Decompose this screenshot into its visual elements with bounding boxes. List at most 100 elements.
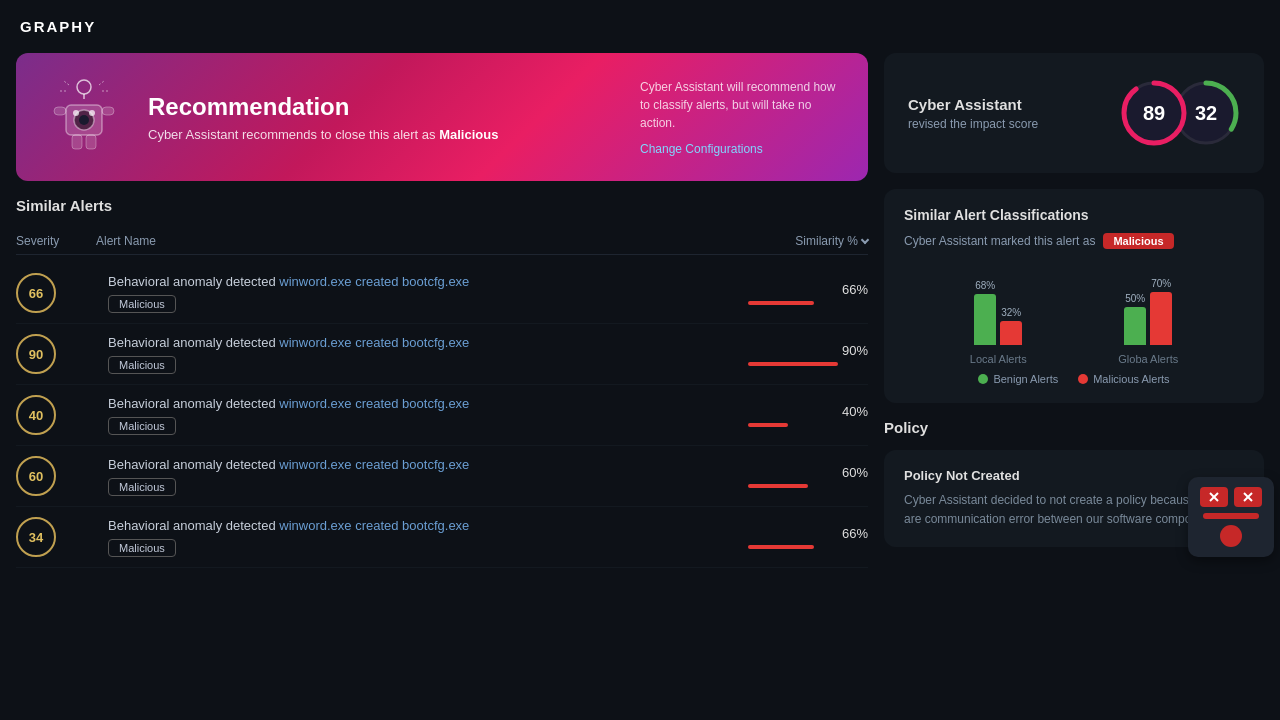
- alert-name-text: Behavioral anomaly detected winword.exe …: [108, 396, 748, 411]
- benign-bar-label: 50%: [1125, 293, 1145, 304]
- alert-name-highlight: winword.exe created bootcfg.exe: [279, 457, 469, 472]
- alert-name-text: Behavioral anomaly detected winword.exe …: [108, 518, 748, 533]
- mini-card-row: [1200, 487, 1262, 507]
- cyber-marked-row: Cyber Assistant marked this alert as Mal…: [904, 233, 1244, 249]
- bar-group: 50% 70% Globa Alerts: [1118, 250, 1178, 365]
- policy-mini-card: [1188, 477, 1274, 557]
- severity-col: 40: [16, 395, 96, 435]
- cyber-marked-text: Cyber Assistant marked this alert as: [904, 234, 1095, 248]
- severity-badge: 34: [16, 517, 56, 557]
- score-text: Cyber Assistant revised the impact score: [908, 96, 1038, 131]
- severity-col: 60: [16, 456, 96, 496]
- alert-name-highlight: winword.exe created bootcfg.exe: [279, 335, 469, 350]
- svg-point-9: [73, 110, 79, 116]
- left-score-value: 89: [1143, 102, 1165, 125]
- similarity-bar: [748, 301, 814, 305]
- score-circles: 89 32: [1120, 79, 1240, 147]
- top-nav: GRAPHY: [0, 0, 1280, 53]
- severity-badge: 90: [16, 334, 56, 374]
- similarity-col: 40%: [748, 404, 868, 427]
- mini-btn-1: [1200, 487, 1228, 507]
- alert-badge: Malicious: [108, 478, 176, 496]
- classifications-card: Similar Alert Classifications Cyber Assi…: [884, 189, 1264, 403]
- chart-legend: Benign Alerts Malicious Alerts: [904, 373, 1244, 385]
- malicious-legend-item: Malicious Alerts: [1078, 373, 1169, 385]
- similarity-pct: 60%: [748, 465, 868, 480]
- left-panel: Recommendation Cyber Assistant recommend…: [16, 53, 868, 568]
- benign-legend-label: Benign Alerts: [993, 373, 1058, 385]
- right-score-value: 32: [1195, 102, 1217, 125]
- alert-name-text: Behavioral anomaly detected winword.exe …: [108, 274, 748, 289]
- right-panel: Cyber Assistant revised the impact score…: [884, 53, 1264, 568]
- table-row: 60 Behavioral anomaly detected winword.e…: [16, 446, 868, 507]
- svg-line-2: [64, 81, 69, 85]
- robot-icon: [44, 77, 124, 157]
- svg-rect-13: [72, 135, 82, 149]
- x-icon-2: [1242, 491, 1254, 503]
- svg-line-3: [99, 81, 104, 85]
- malicious-classification-tag: Malicious: [1103, 233, 1173, 249]
- similarity-bar: [748, 423, 788, 427]
- similarity-sort-icon: [861, 235, 869, 243]
- col-severity-header: Severity: [16, 234, 96, 248]
- change-configurations-link[interactable]: Change Configurations: [640, 142, 763, 156]
- similarity-bar: [748, 545, 814, 549]
- alert-badge: Malicious: [108, 295, 176, 313]
- table-row: 34 Behavioral anomaly detected winword.e…: [16, 507, 868, 568]
- benign-legend-item: Benign Alerts: [978, 373, 1058, 385]
- bars: 50% 70%: [1124, 250, 1172, 345]
- bar-group: 68% 32% Local Alerts: [970, 250, 1027, 365]
- malicious-bar: [1150, 292, 1172, 345]
- alert-name-text: Behavioral anomaly detected winword.exe …: [108, 335, 748, 350]
- malicious-legend-label: Malicious Alerts: [1093, 373, 1169, 385]
- severity-badge: 66: [16, 273, 56, 313]
- malicious-bar: [1000, 321, 1022, 345]
- alerts-table: Severity Alert Name Similarity % 66 Beha…: [16, 228, 868, 568]
- app-logo: GRAPHY: [20, 18, 96, 35]
- col-similarity-header[interactable]: Similarity %: [748, 234, 868, 248]
- malicious-bar-label: 70%: [1151, 278, 1171, 289]
- severity-badge: 40: [16, 395, 56, 435]
- severity-col: 90: [16, 334, 96, 374]
- recommendation-right: Cyber Assistant will recommend how to cl…: [640, 78, 840, 156]
- similarity-col: 60%: [748, 465, 868, 488]
- bar-chart: 68% 32% Local Alerts 50% 70% Globa Alert…: [904, 265, 1244, 365]
- bar-group-label: Local Alerts: [970, 353, 1027, 365]
- benign-bar-label: 68%: [975, 280, 995, 291]
- recommendation-banner: Recommendation Cyber Assistant recommend…: [16, 53, 868, 181]
- alert-name-col: Behavioral anomaly detected winword.exe …: [96, 396, 748, 435]
- alert-name-highlight: winword.exe created bootcfg.exe: [279, 396, 469, 411]
- benign-bar: [974, 294, 996, 345]
- table-row: 40 Behavioral anomaly detected winword.e…: [16, 385, 868, 446]
- alert-badge: Malicious: [108, 417, 176, 435]
- severity-col: 34: [16, 517, 96, 557]
- similarity-col: 90%: [748, 343, 868, 366]
- alert-badge: Malicious: [108, 356, 176, 374]
- recommendation-desc: Cyber Assistant will recommend how to cl…: [640, 78, 840, 132]
- severity-badge: 60: [16, 456, 56, 496]
- svg-rect-12: [102, 107, 114, 115]
- malicious-bar-label: 32%: [1001, 307, 1021, 318]
- similar-alerts-section: Similar Alerts Severity Alert Name Simil…: [16, 197, 868, 568]
- benign-bar: [1124, 307, 1146, 345]
- alert-name-text: Behavioral anomaly detected winword.exe …: [108, 457, 748, 472]
- bar-group-label: Globa Alerts: [1118, 353, 1178, 365]
- similarity-bar: [748, 484, 808, 488]
- alert-name-col: Behavioral anomaly detected winword.exe …: [96, 274, 748, 313]
- classifications-title: Similar Alert Classifications: [904, 207, 1244, 223]
- alert-name-highlight: winword.exe created bootcfg.exe: [279, 274, 469, 289]
- svg-rect-14: [86, 135, 96, 149]
- similarity-pct: 66%: [748, 282, 868, 297]
- policy-title: Policy: [884, 419, 1264, 436]
- policy-card: Policy Not Created Cyber Assistant decid…: [884, 450, 1264, 547]
- col-name-header: Alert Name: [96, 234, 748, 248]
- similarity-pct: 66%: [748, 526, 868, 541]
- mini-card-line: [1203, 513, 1259, 519]
- mini-btn-2: [1234, 487, 1262, 507]
- svg-point-0: [77, 80, 91, 94]
- similarity-pct: 90%: [748, 343, 868, 358]
- table-header: Severity Alert Name Similarity %: [16, 228, 868, 255]
- benign-legend-dot: [978, 374, 988, 384]
- alert-rows-container: 66 Behavioral anomaly detected winword.e…: [16, 263, 868, 568]
- svg-rect-11: [54, 107, 66, 115]
